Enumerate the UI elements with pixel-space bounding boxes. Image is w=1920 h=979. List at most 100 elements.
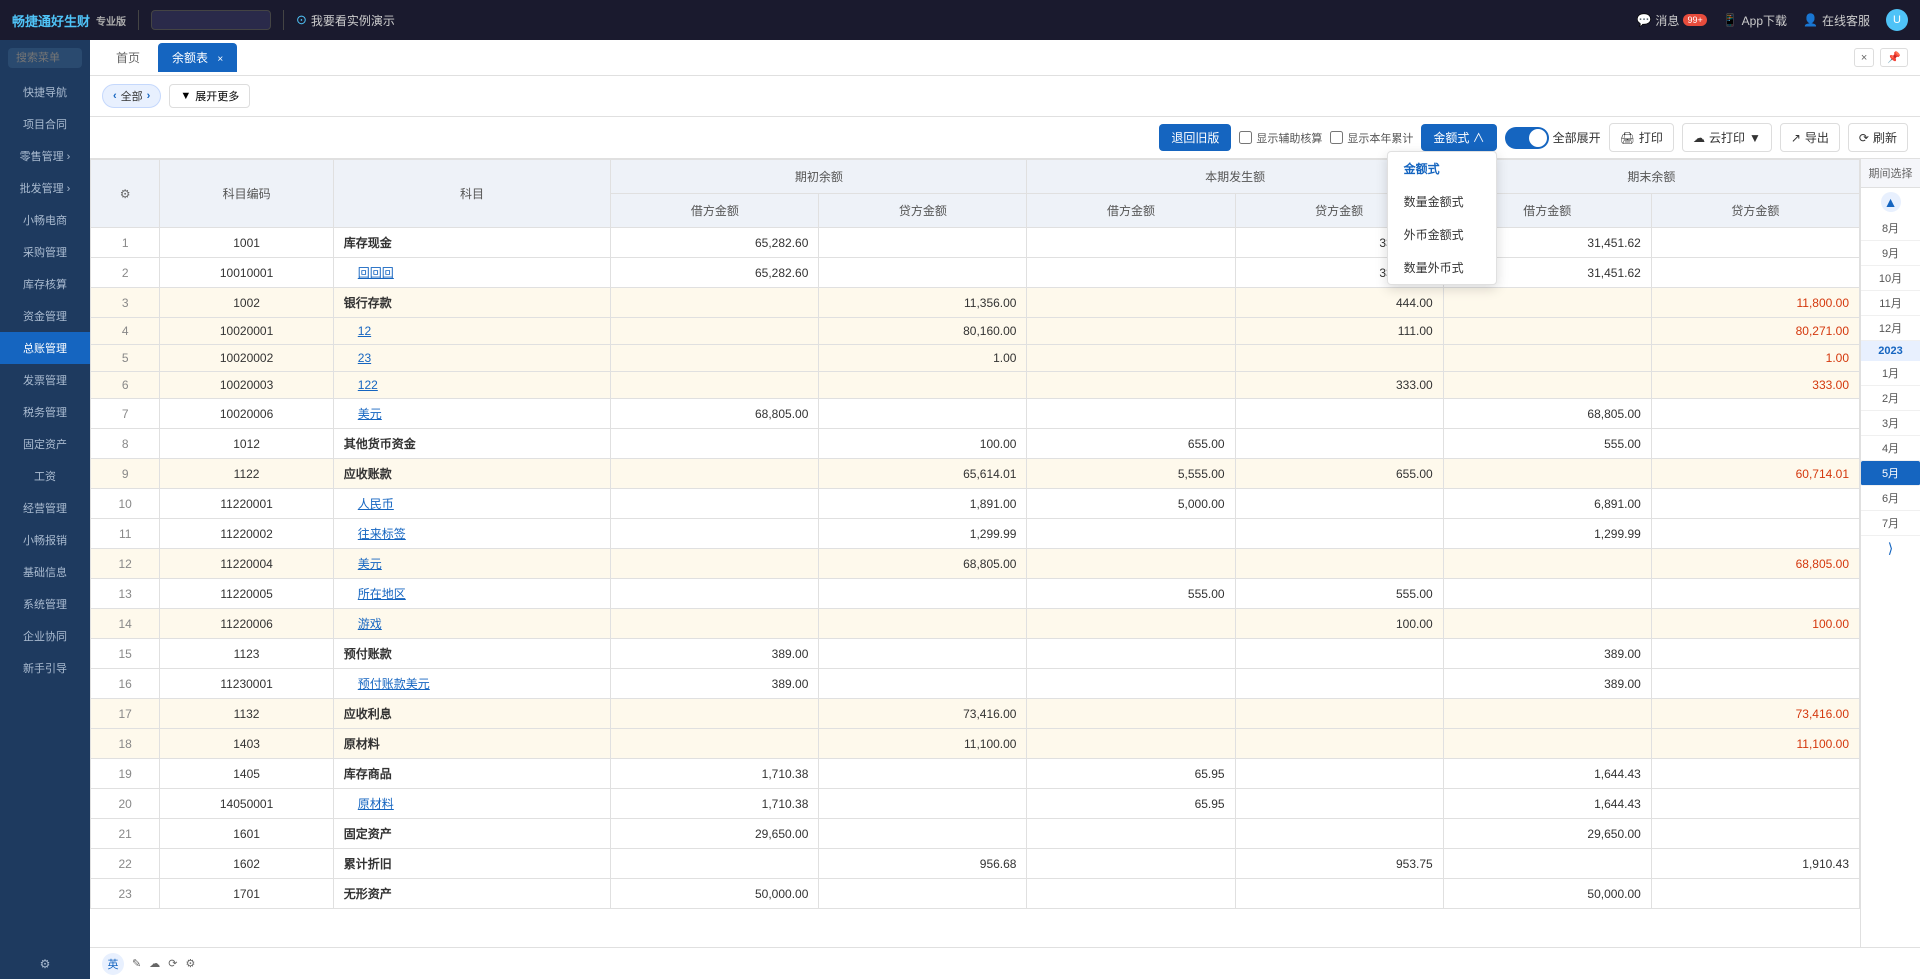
sidebar-bottom: ⚙: [0, 949, 90, 979]
subject-link[interactable]: 美元: [358, 407, 382, 421]
period-item-4[interactable]: 4月: [1861, 436, 1920, 461]
amount-style-dropdown: 金额式 ∧ 金额式 数量金额式 外币金额式 数量外币式: [1421, 124, 1496, 151]
demo-link[interactable]: ⊙ 我要看实例演示: [296, 12, 395, 29]
subject-link[interactable]: 原材料: [358, 797, 394, 811]
period-item-7[interactable]: 7月: [1861, 511, 1920, 536]
period-item-1[interactable]: 1月: [1861, 361, 1920, 386]
expand-toggle[interactable]: [1505, 127, 1549, 149]
edit-icon[interactable]: ✎: [132, 957, 141, 970]
period-item-6[interactable]: 6月: [1861, 486, 1920, 511]
sidebar-item-operations-mgmt[interactable]: 经营管理: [0, 492, 90, 524]
sidebar-item-wholesale-mgmt[interactable]: 批发管理 ›: [0, 172, 90, 204]
print-btn[interactable]: 🖨 打印: [1609, 123, 1674, 152]
sidebar-item-quick-nav[interactable]: 快捷导航: [0, 76, 90, 108]
row-subject: 往来标签: [333, 519, 610, 549]
sidebar-item-small-sales[interactable]: 小畅报销: [0, 524, 90, 556]
cloud-print-btn[interactable]: ☁ 云打印 ▼: [1682, 123, 1772, 152]
sidebar-item-new-guide[interactable]: 新手引导: [0, 652, 90, 684]
settings-bottom-icon[interactable]: ⚙: [185, 957, 195, 970]
filter-left-arrow[interactable]: ‹: [113, 90, 117, 102]
sidebar-item-invoice-mgmt[interactable]: 发票管理: [0, 364, 90, 396]
sidebar-item-purchase-mgmt[interactable]: 采购管理: [0, 236, 90, 268]
dropdown-item-amount[interactable]: 金额式: [1388, 152, 1496, 185]
period-item-9[interactable]: 9月: [1861, 241, 1920, 266]
subject-link[interactable]: 人民币: [358, 497, 394, 511]
table-row: 9 1122 应收账款 65,614.01 5,555.00 655.00 60…: [91, 459, 1860, 489]
sidebar-item-small-ecommerce[interactable]: 小畅电商: [0, 204, 90, 236]
subject-link[interactable]: 122: [358, 378, 378, 392]
show-auxiliary-input[interactable]: [1239, 131, 1252, 144]
app-layout: 快捷导航 项目合同 零售管理 › 批发管理 › 小畅电商 采购管理 库存核算 资…: [0, 40, 1920, 979]
dropdown-item-qty-foreign[interactable]: 数量外币式: [1388, 251, 1496, 284]
subject-link[interactable]: 美元: [358, 557, 382, 571]
sidebar-item-enterprise-coop[interactable]: 企业协同: [0, 620, 90, 652]
subject-link[interactable]: 23: [358, 351, 371, 365]
sidebar-item-system-mgmt[interactable]: 系统管理: [0, 588, 90, 620]
dropdown-item-foreign-amount[interactable]: 外币金额式: [1388, 218, 1496, 251]
dropdown-item-qty-amount[interactable]: 数量金额式: [1388, 185, 1496, 218]
settings-gear-icon[interactable]: ⚙: [40, 957, 51, 971]
sidebar-item-inventory-calc[interactable]: 库存核算: [0, 268, 90, 300]
tab-home[interactable]: 首页: [102, 43, 154, 72]
row-code: 11220005: [160, 579, 333, 609]
user-avatar[interactable]: U: [1886, 9, 1908, 31]
subject-link[interactable]: 往来标签: [358, 527, 406, 541]
settings-icon[interactable]: ⚙: [120, 187, 131, 201]
sidebar-item-general-ledger[interactable]: 总账管理: [0, 332, 90, 364]
row-no: 10: [91, 489, 160, 519]
filter-all-tag: ‹ 全部 ›: [102, 84, 161, 108]
notification-btn[interactable]: 💬 消息 99+: [1636, 12, 1706, 29]
row-cb-credit: 68,805.00: [1651, 549, 1859, 579]
period-nav-up-btn[interactable]: ▲: [1881, 192, 1901, 212]
bottom-lang[interactable]: 英: [102, 953, 124, 975]
subject-link[interactable]: 预付账款美元: [358, 677, 430, 691]
period-item-12[interactable]: 12月: [1861, 316, 1920, 341]
sidebar-item-retail-mgmt[interactable]: 零售管理 ›: [0, 140, 90, 172]
period-collapse-btn[interactable]: ⟩: [1861, 536, 1920, 561]
tab-balance[interactable]: 余额表 ×: [158, 43, 237, 72]
filter-right-arrow[interactable]: ›: [147, 90, 151, 102]
online-service-btn[interactable]: 👤 在线客服: [1803, 12, 1870, 29]
show-ytd-checkbox[interactable]: 显示本年累计: [1330, 130, 1413, 146]
amount-value: 31,451.62: [1587, 266, 1640, 280]
period-item-10[interactable]: 10月: [1861, 266, 1920, 291]
th-settings[interactable]: ⚙: [91, 160, 160, 228]
amount-value: 11,100.00: [1797, 737, 1850, 751]
tab-balance-close[interactable]: ×: [217, 54, 223, 65]
amount-value: 73,416.00: [1796, 707, 1849, 721]
subject-link[interactable]: 12: [358, 324, 371, 338]
show-auxiliary-checkbox[interactable]: 显示辅助核算: [1239, 130, 1322, 146]
sync-icon[interactable]: ⟳: [168, 957, 177, 970]
sidebar-search-input[interactable]: [8, 48, 82, 68]
pin-button[interactable]: 📌: [1880, 48, 1908, 67]
sidebar-item-basic-info[interactable]: 基础信息: [0, 556, 90, 588]
top-search-input[interactable]: [151, 10, 271, 30]
refresh-btn[interactable]: ⟳ 刷新: [1848, 123, 1908, 152]
sidebar-item-project-contract[interactable]: 项目合同: [0, 108, 90, 140]
close-all-button[interactable]: ×: [1854, 48, 1874, 67]
amount-value: 333.00: [1812, 378, 1849, 392]
sidebar-item-fixed-assets[interactable]: 固定资产: [0, 428, 90, 460]
return-old-btn[interactable]: 退回旧版: [1159, 124, 1231, 151]
row-ob-credit: 1.00: [819, 345, 1027, 372]
app-download-btn[interactable]: 📱 App下载: [1723, 12, 1787, 29]
expand-more-btn[interactable]: ▼ 展开更多: [169, 84, 250, 108]
period-item-2[interactable]: 2月: [1861, 386, 1920, 411]
amount-style-btn[interactable]: 金额式 ∧: [1421, 124, 1496, 151]
sidebar-item-capital-mgmt[interactable]: 资金管理: [0, 300, 90, 332]
row-cp-debit: [1027, 549, 1235, 579]
cloud-icon[interactable]: ☁: [149, 957, 160, 970]
subject-link[interactable]: 游戏: [358, 617, 382, 631]
sidebar-item-tax-mgmt[interactable]: 税务管理: [0, 396, 90, 428]
period-item-8[interactable]: 8月: [1861, 216, 1920, 241]
sidebar-item-payroll[interactable]: 工资: [0, 460, 90, 492]
row-cb-debit: 389.00: [1443, 639, 1651, 669]
period-item-3[interactable]: 3月: [1861, 411, 1920, 436]
subject-link[interactable]: 回回回: [358, 266, 394, 280]
period-item-11[interactable]: 11月: [1861, 291, 1920, 316]
subject-link[interactable]: 所在地区: [358, 587, 406, 601]
row-subject: 原材料: [333, 789, 610, 819]
period-item-5[interactable]: 5月: [1861, 461, 1920, 486]
export-btn[interactable]: ↗ 导出: [1780, 123, 1840, 152]
show-ytd-input[interactable]: [1330, 131, 1343, 144]
